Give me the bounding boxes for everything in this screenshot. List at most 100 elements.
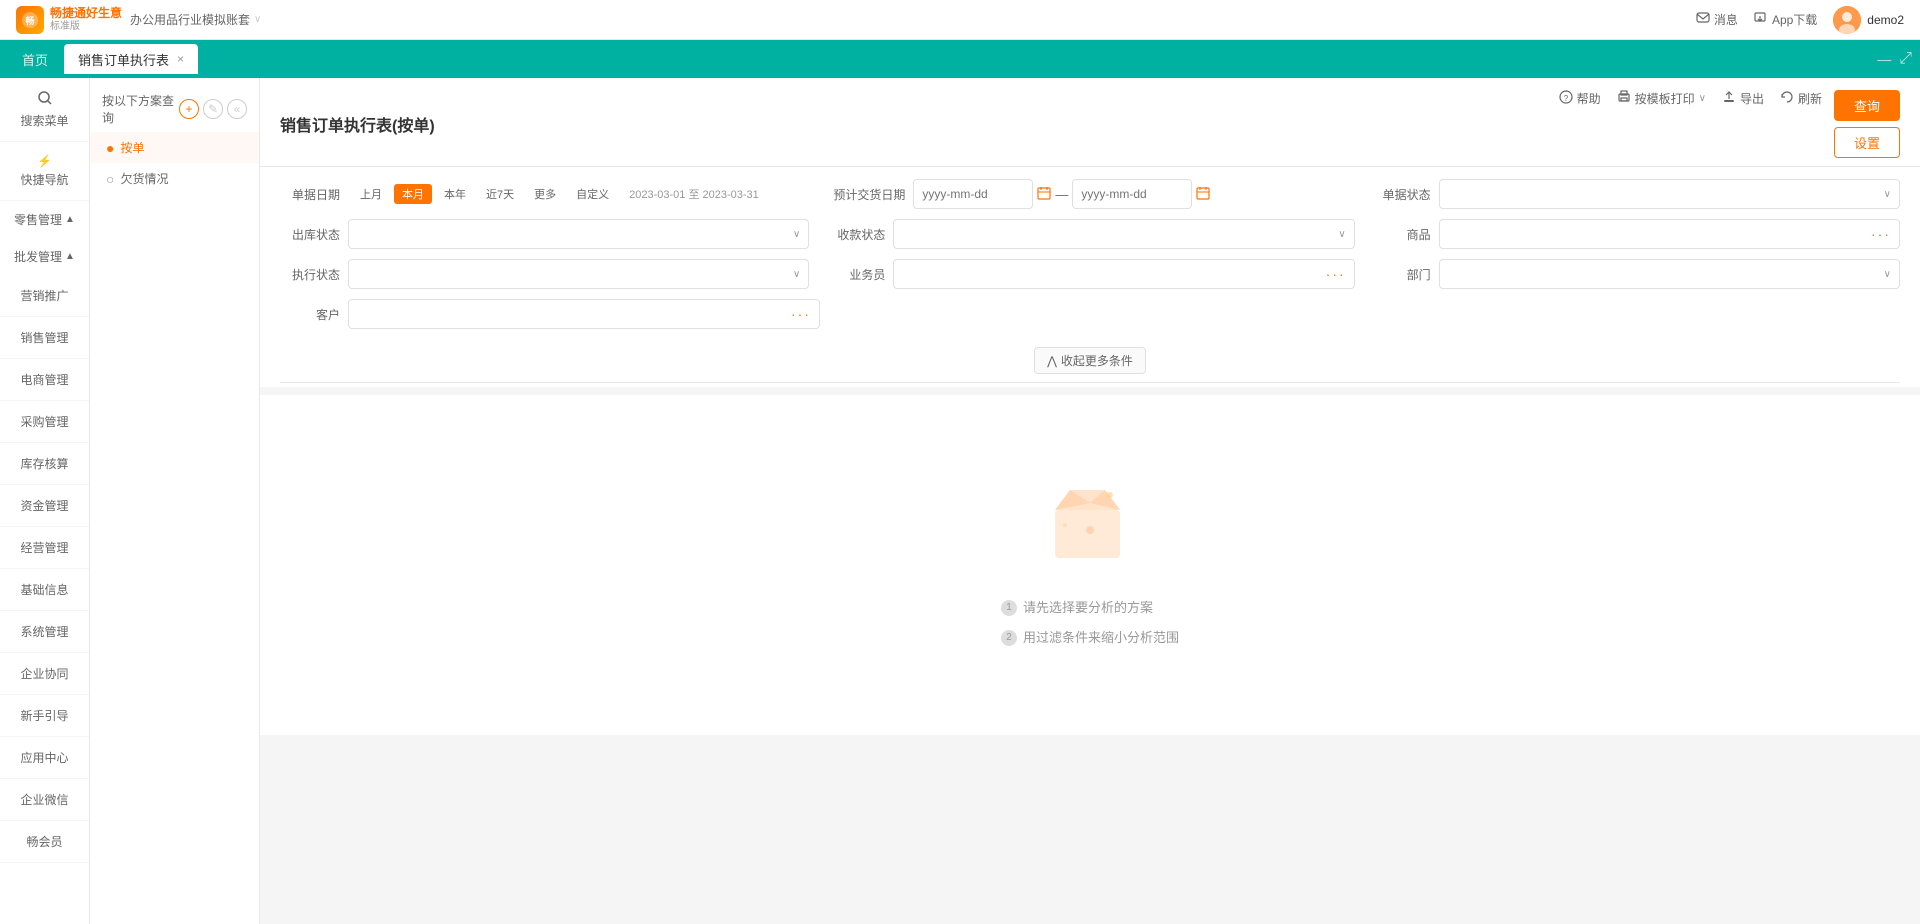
print-arrow-icon: ∨ [1699, 93, 1706, 104]
tab-maximize-button[interactable]: ⤢ [1899, 50, 1912, 68]
main-layout: 搜索菜单 ⚡ 快捷导航 零售管理 ▲ 批发管理 ▲ 营销推广 销售管理 电商管理… [0, 78, 1920, 924]
calendar-from-icon[interactable] [1037, 186, 1051, 203]
sidebar-member-label: 畅会员 [26, 833, 62, 850]
sidebar-item-search[interactable]: 搜索菜单 [0, 78, 89, 142]
sidebar-item-enterprise[interactable]: 企业协同 [0, 653, 89, 695]
date-filter-label: 单据日期 [280, 186, 340, 203]
collapse-btn-label: 收起更多条件 [1061, 352, 1133, 369]
date-btn-this-year[interactable]: 本年 [436, 184, 474, 204]
page-right-actions: 查询 设置 [1834, 90, 1900, 158]
tab-sales-order[interactable]: 销售订单执行表 × [64, 44, 198, 74]
retail-arrow-icon: ▲ [65, 214, 75, 225]
salesperson-selector[interactable]: ··· [893, 259, 1354, 289]
collection-chevron-icon: ∨ [1338, 229, 1345, 240]
calendar-to-icon[interactable] [1196, 186, 1210, 203]
page-header: 销售订单执行表(按单) ? 帮助 按模板打印 ∨ [260, 78, 1920, 167]
sidebar-item-inventory[interactable]: 库存核算 [0, 443, 89, 485]
date-btn-more[interactable]: 更多 [526, 184, 564, 204]
department-group: 部门 ∨ [1371, 259, 1900, 289]
sidebar-item-finance[interactable]: 资金管理 [0, 485, 89, 527]
order-status-group: 单据状态 ∨ [1371, 179, 1900, 209]
delivery-status-group: 出库状态 ∨ [280, 219, 809, 249]
refresh-button[interactable]: 刷新 [1780, 90, 1822, 107]
tab-minimize-button[interactable]: — [1877, 51, 1891, 67]
sidebar-item-wechat[interactable]: 企业微信 [0, 779, 89, 821]
department-label: 部门 [1371, 266, 1431, 283]
date-btn-custom[interactable]: 自定义 [568, 184, 617, 204]
collapse-filters-button[interactable]: ⋀ 收起更多条件 [1034, 347, 1146, 374]
refresh-label: 刷新 [1798, 90, 1822, 107]
collapse-icon: « [234, 102, 241, 116]
top-header: 畅 畅捷通好生意 标准版 办公用品行业模拟账套 ∨ 消息 App下载 [0, 0, 1920, 40]
sidebar-item-system[interactable]: 系统管理 [0, 611, 89, 653]
message-button[interactable]: 消息 [1696, 11, 1738, 28]
query-button[interactable]: 查询 [1834, 90, 1900, 121]
export-button[interactable]: 导出 [1722, 90, 1764, 107]
goods-label: 商品 [1371, 226, 1431, 243]
avatar [1833, 6, 1861, 34]
order-status-chevron-icon: ∨ [1884, 189, 1891, 200]
date-btn-7days[interactable]: 近7天 [478, 184, 522, 204]
sidebar-item-quicknav[interactable]: ⚡ 快捷导航 [0, 142, 89, 201]
expected-date-label: 预计交货日期 [825, 186, 905, 203]
left-panel-title: 按以下方案查询 [102, 92, 179, 126]
collapse-panel-button[interactable]: « [227, 99, 247, 119]
sidebar-item-marketing[interactable]: 营销推广 [0, 275, 89, 317]
empty-tip-2: 2 用过滤条件来缩小分析范围 [1001, 625, 1179, 651]
tip2-num: 2 [1001, 630, 1017, 646]
order-status-dropdown[interactable]: ∨ [1439, 179, 1900, 209]
edit-icon: ✎ [208, 102, 218, 116]
tab-home[interactable]: 首页 [8, 44, 62, 74]
breadcrumb[interactable]: 办公用品行业模拟账套 ∨ [130, 11, 261, 28]
help-button[interactable]: ? 帮助 [1559, 90, 1601, 107]
sidebar-item-ecommerce[interactable]: 电商管理 [0, 359, 89, 401]
collection-status-dropdown[interactable]: ∨ [893, 219, 1354, 249]
expected-date-from[interactable] [913, 179, 1033, 209]
execution-status-dropdown[interactable]: ∨ [348, 259, 809, 289]
sidebar-item-wholesale[interactable]: 批发管理 ▲ [0, 238, 89, 275]
customer-dots-icon[interactable]: ··· [791, 306, 811, 322]
sidebar-item-basic[interactable]: 基础信息 [0, 569, 89, 611]
filter-row-date: 单据日期 上月 本月 本年 近7天 更多 自定义 2023-03-01 至 20… [280, 179, 1900, 209]
delivery-status-label: 出库状态 [280, 226, 340, 243]
sidebar-item-appcenter[interactable]: 应用中心 [0, 737, 89, 779]
date-range-text: 2023-03-01 至 2023-03-31 [629, 186, 759, 202]
app-download-button[interactable]: App下载 [1754, 11, 1817, 28]
goods-selector[interactable]: ··· [1439, 219, 1900, 249]
logo-line2: 标准版 [50, 21, 122, 33]
collapse-area: ⋀ 收起更多条件 [280, 339, 1900, 383]
expected-date-to[interactable] [1072, 179, 1192, 209]
goods-dots-icon[interactable]: ··· [1871, 226, 1891, 242]
order-status-label: 单据状态 [1371, 186, 1431, 203]
date-btn-this-month[interactable]: 本月 [394, 184, 432, 204]
customer-selector[interactable]: ··· [348, 299, 820, 329]
tip1-text: 请先选择要分析的方案 [1023, 595, 1153, 621]
help-icon: ? [1559, 90, 1573, 107]
app-download-label: App下载 [1772, 11, 1817, 28]
scheme-item-按单[interactable]: ● 按单 [90, 132, 259, 163]
sidebar-item-operations[interactable]: 经营管理 [0, 527, 89, 569]
settings-button[interactable]: 设置 [1834, 127, 1900, 158]
export-icon [1722, 90, 1736, 107]
department-dropdown[interactable]: ∨ [1439, 259, 1900, 289]
page-header-actions: ? 帮助 按模板打印 ∨ [1559, 90, 1822, 107]
tab-close-button[interactable]: × [177, 52, 184, 66]
add-scheme-button[interactable]: + [179, 99, 199, 119]
sidebar-item-guide[interactable]: 新手引导 [0, 695, 89, 737]
download-icon [1754, 11, 1768, 28]
sidebar-item-sales[interactable]: 销售管理 [0, 317, 89, 359]
sidebar-ecommerce-label: 电商管理 [20, 371, 68, 388]
edit-scheme-button[interactable]: ✎ [203, 99, 223, 119]
execution-status-label: 执行状态 [280, 266, 340, 283]
execution-chevron-icon: ∨ [793, 269, 800, 280]
delivery-status-dropdown[interactable]: ∨ [348, 219, 809, 249]
salesperson-dots-icon[interactable]: ··· [1326, 266, 1346, 282]
scheme-item-欠货[interactable]: ○ 欠货情况 [90, 163, 259, 194]
sidebar-system-label: 系统管理 [20, 623, 68, 640]
print-button[interactable]: 按模板打印 ∨ [1617, 90, 1706, 107]
sidebar-item-purchase[interactable]: 采购管理 [0, 401, 89, 443]
date-btn-last-month[interactable]: 上月 [352, 184, 390, 204]
user-profile[interactable]: demo2 [1833, 6, 1904, 34]
sidebar-item-member[interactable]: 畅会员 [0, 821, 89, 863]
sidebar-item-retail[interactable]: 零售管理 ▲ [0, 201, 89, 238]
